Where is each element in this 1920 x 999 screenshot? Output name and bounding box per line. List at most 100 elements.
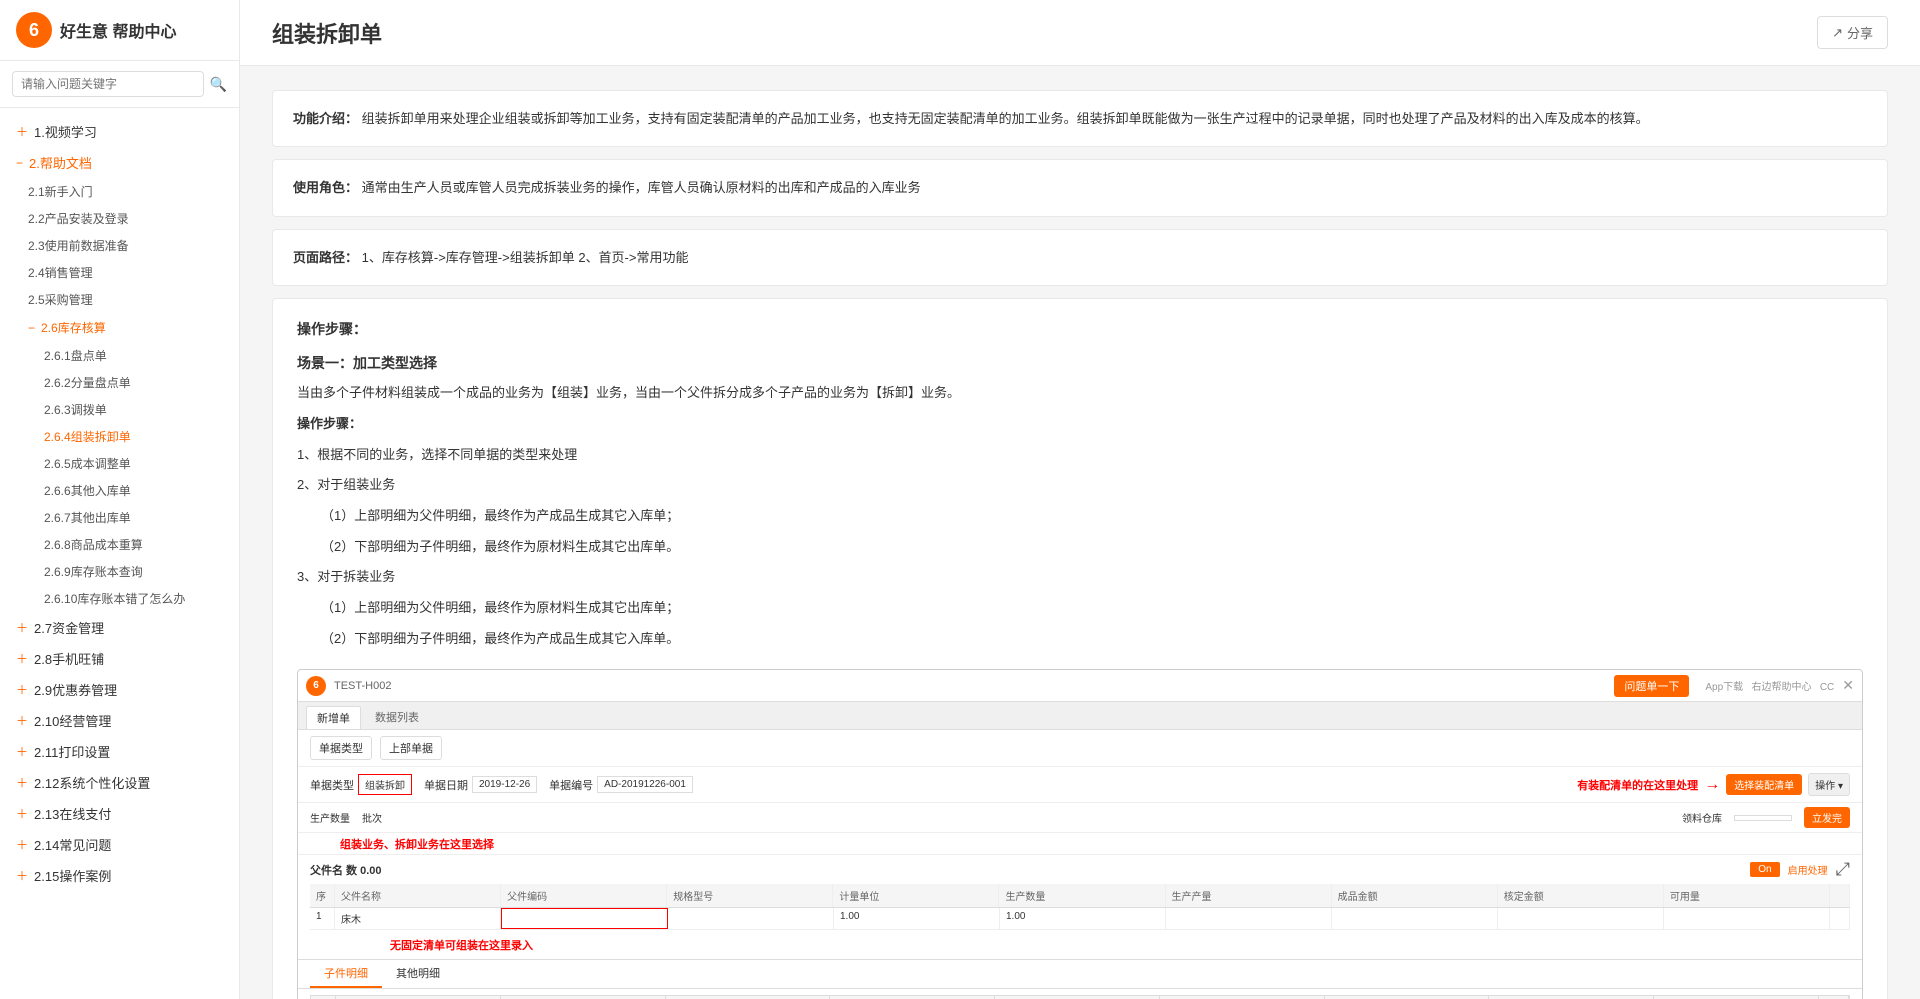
sidebar-item-video[interactable]: ＋ 1.视频学习 (0, 116, 239, 147)
step3: 3、对于拆装业务 (297, 565, 1863, 590)
ss-tabs-bar: 新增单 数据列表 (298, 702, 1862, 730)
ss-arrow-right: → (1704, 776, 1720, 794)
sidebar-item-coupons[interactable]: ＋ 2.9优惠券管理 (0, 674, 239, 705)
ss-th-name: 父件名称 (335, 884, 501, 907)
ss-sub-thead: 序 子件名称 商品编码 规格型号 单位 数量 子件 核定金额 领料出库 领料出库… (310, 995, 1850, 999)
sidebar-item-faq[interactable]: ＋ 2.14常见问题 (0, 829, 239, 860)
ss-annotation-assembly: 组装业务、拆卸业务在这里选择 (340, 839, 494, 851)
ss-topbar-icons: App下载 右边帮助中心 CC (1705, 678, 1834, 693)
sidebar-item-sales[interactable]: 2.4销售管理 (28, 259, 239, 286)
ss-annotation-enable: 启用处理 (1788, 862, 1828, 877)
sidebar-item-partial-stocktake[interactable]: 2.6.2分量盘点单 (44, 369, 239, 396)
ss-qty-value: 批次 (362, 810, 382, 825)
sidebar-item-docs[interactable]: − 2.帮助文档 (0, 147, 239, 178)
path-label: 页面路径： (293, 250, 358, 265)
ss-toolbar: 单据类型 上部单据 (298, 730, 1862, 767)
ss-wh-input[interactable] (1734, 815, 1792, 821)
sidebar-item-assembly[interactable]: 2.6.4组装拆卸单 (44, 423, 239, 450)
ss-sub-tabs: 子件明细 其他明细 (298, 960, 1862, 989)
plus-icon-3: ＋ (16, 619, 28, 636)
ss-tab-parent[interactable]: 子件明细 (310, 960, 382, 988)
ss-label-wh: 领料仓库 (1682, 810, 1722, 825)
sidebar-item-cases[interactable]: ＋ 2.15操作案例 (0, 860, 239, 891)
search-input[interactable] (12, 71, 204, 97)
ss-select-bom-btn[interactable]: 选择装配清单 (1726, 774, 1802, 795)
ss-td-code[interactable] (501, 908, 668, 929)
page-title: 组装拆卸单 (272, 17, 382, 49)
ss-upper-table-head: 序 父件名称 父件编码 规格型号 计量单位 生产数量 生产产量 成品金额 核定金… (310, 884, 1850, 908)
ss-expand-icon[interactable]: ⤢ (1836, 859, 1850, 880)
ss-td-finish (1332, 908, 1498, 929)
sidebar-item-cost-recalc[interactable]: 2.6.8商品成本重算 (44, 531, 239, 558)
sidebar-item-install[interactable]: 2.2产品安装及登录 (28, 205, 239, 232)
ss-input-num[interactable]: AD-20191226-001 (597, 776, 693, 793)
ss-td-avail (1664, 908, 1830, 929)
role-block: 使用角色： 通常由生产人员或库管人员完成拆装业务的操作，库管人员确认原材料的出库… (272, 159, 1888, 216)
sidebar-item-transfer[interactable]: 2.6.3调拨单 (44, 396, 239, 423)
sidebar-item-print[interactable]: ＋ 2.11打印设置 (0, 736, 239, 767)
plus-icon-5: ＋ (16, 681, 28, 698)
sidebar-item-mobile[interactable]: ＋ 2.8手机旺铺 (0, 643, 239, 674)
ss-annotation2-row: 无固定清单可组装在这里录入 (298, 934, 1862, 960)
nav-sub-docs: 2.1新手入门 2.2产品安装及登录 2.3使用前数据准备 2.4销售管理 2.… (0, 178, 239, 612)
ss-th-approved-amt: 核定金额 (1498, 884, 1664, 907)
sidebar-item-ops[interactable]: ＋ 2.10经营管理 (0, 705, 239, 736)
ss-more-btn[interactable]: 操作 ▾ (1808, 773, 1850, 796)
sidebar-item-stocktake[interactable]: 2.6.1盘点单 (44, 342, 239, 369)
sidebar-item-stock-fix[interactable]: 2.6.10库存账本错了怎么办 (44, 585, 239, 612)
ss-topbar-btn[interactable]: 问题单一下 (1614, 675, 1689, 697)
plus-icon-8: ＋ (16, 774, 28, 791)
ss-td-spec (668, 908, 834, 929)
on-label[interactable]: On (1750, 862, 1779, 877)
step2: 2、对于组装业务 (297, 473, 1863, 498)
share-button[interactable]: ↗ 分享 (1817, 16, 1888, 49)
ss-btn-save[interactable]: 单据类型 (310, 736, 372, 760)
sidebar-header: 6 好生意 帮助中心 (0, 0, 239, 61)
sidebar-item-other-in[interactable]: 2.6.6其他入库单 (44, 477, 239, 504)
screenshot-wrapper: 6 TEST-H002 问题单一下 App下载 右边帮助中心 CC ✕ 新增单 … (297, 669, 1863, 999)
ss-tab-child[interactable]: 其他明细 (382, 960, 454, 988)
ss-input-type[interactable]: 组装拆卸 (358, 774, 412, 795)
sidebar-item-settings[interactable]: ＋ 2.12系统个性化设置 (0, 767, 239, 798)
ss-upper-table-title: 父件名 数 0.00 (310, 862, 382, 878)
sidebar-item-inventory[interactable]: − 2.6库存核算 (28, 313, 239, 342)
ss-label-num: 单据编号 (549, 777, 593, 793)
ss-th-yield: 生产产量 (1166, 884, 1332, 907)
step2b: （2）下部明细为子件明细，最终作为原材料生成其它出库单。 (297, 535, 1863, 560)
ss-subtable: 序 子件名称 商品编码 规格型号 单位 数量 子件 核定金额 领料出库 领料出库… (298, 989, 1862, 999)
ss-warehouse-row: 生产数量 批次 领料仓库 立发完 (298, 803, 1862, 833)
ss-th-op (1830, 884, 1850, 907)
sidebar-item-newbie[interactable]: 2.1新手入门 (28, 178, 239, 205)
ss-th-avail: 可用量 (1664, 884, 1830, 907)
ss-label-type: 单据类型 (310, 777, 354, 793)
search-icon[interactable]: 🔍 (210, 76, 227, 93)
ss-topbar: 6 TEST-H002 问题单一下 App下载 右边帮助中心 CC ✕ (298, 670, 1862, 702)
ss-th-finish-amt: 成品金额 (1332, 884, 1498, 907)
sidebar-item-purchase[interactable]: 2.5采购管理 (28, 286, 239, 313)
plus-icon-11: ＋ (16, 867, 28, 884)
ss-btn-print[interactable]: 上部单据 (380, 736, 442, 760)
ss-on-toggle: On (1750, 862, 1779, 877)
minus-icon: − (16, 156, 23, 170)
ss-tab-active[interactable]: 新增单 (306, 706, 361, 729)
sidebar-item-stock-query[interactable]: 2.6.9库存账本查询 (44, 558, 239, 585)
role-text: 通常由生产人员或库管人员完成拆装业务的操作，库管人员确认原材料的出库和产成品的入… (362, 180, 921, 195)
ss-close-icon[interactable]: ✕ (1842, 677, 1854, 694)
ss-confirm-btn[interactable]: 立发完 (1804, 807, 1850, 828)
sidebar-item-other-out[interactable]: 2.6.7其他出库单 (44, 504, 239, 531)
ss-th-code: 父件编码 (501, 884, 667, 907)
sidebar-item-data-prep[interactable]: 2.3使用前数据准备 (28, 232, 239, 259)
ss-input-date[interactable]: 2019-12-26 (472, 776, 537, 793)
path-block: 页面路径： 1、库存核算->库存管理->组装拆卸单 2、首页->常用功能 (272, 229, 1888, 286)
sidebar-item-finance[interactable]: ＋ 2.7资金管理 (0, 612, 239, 643)
ss-td-name: 床木 (335, 908, 501, 929)
nav-sub-inventory: 2.6.1盘点单 2.6.2分量盘点单 2.6.3调拨单 2.6.4组装拆卸单 … (28, 342, 239, 612)
ss-annotation-nofixed: 无固定清单可组装在这里录入 (390, 940, 533, 952)
sidebar-item-payment[interactable]: ＋ 2.13在线支付 (0, 798, 239, 829)
ss-annotation-row: 组装业务、拆卸业务在这里选择 (298, 833, 1862, 855)
ss-annotation-label1: 有装配清单的在这里处理 (1577, 777, 1698, 793)
sidebar-item-cost-adjust[interactable]: 2.6.5成本调整单 (44, 450, 239, 477)
ss-tab-list[interactable]: 数据列表 (365, 706, 429, 729)
ss-th-prod-qty: 生产数量 (999, 884, 1165, 907)
ops-steps-label: 操作步骤： (297, 412, 1863, 437)
